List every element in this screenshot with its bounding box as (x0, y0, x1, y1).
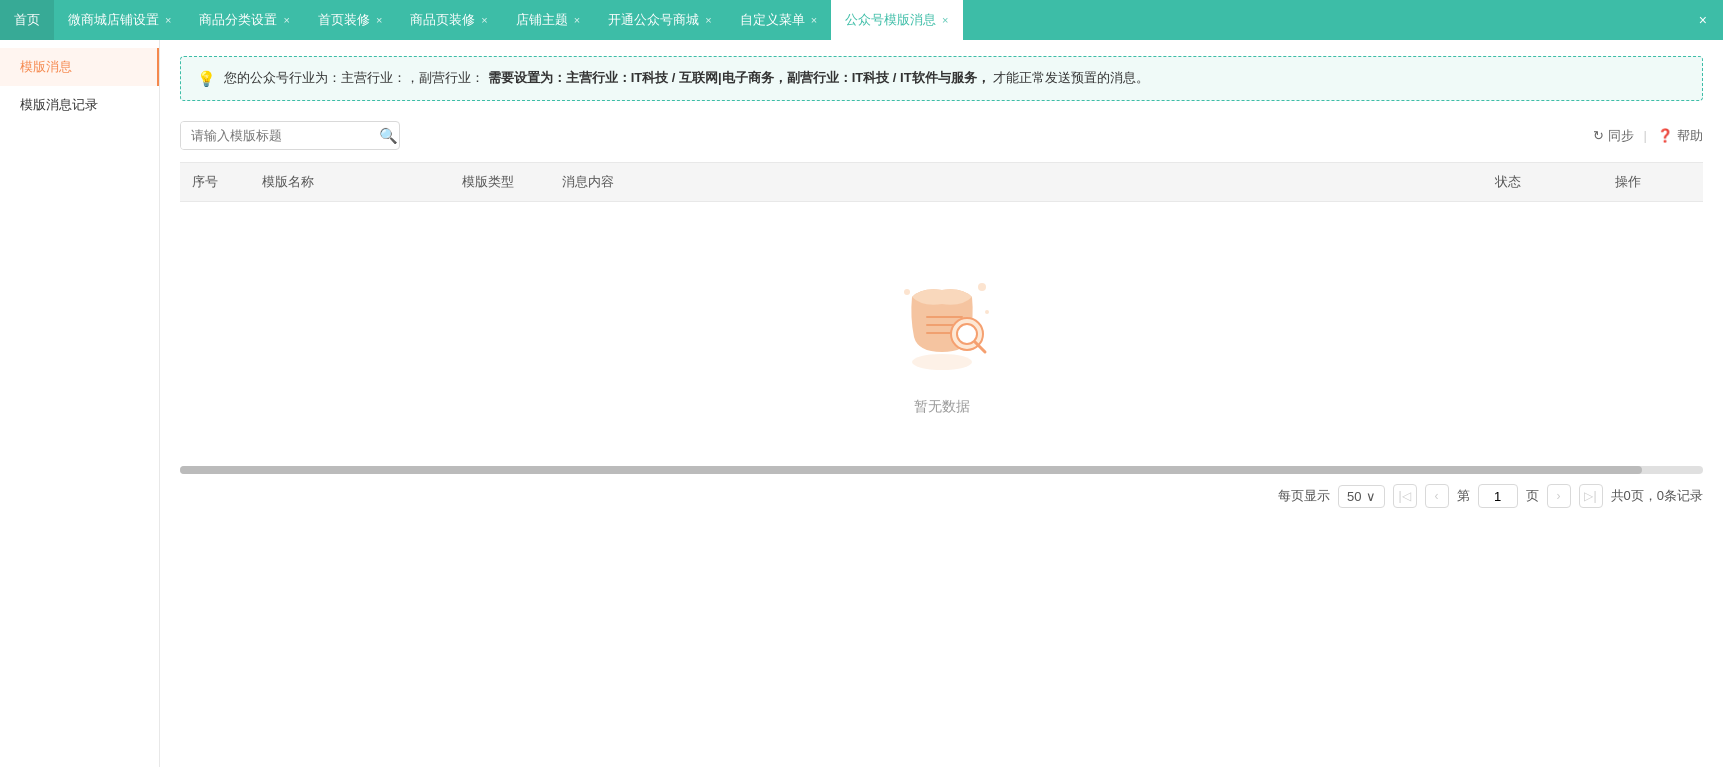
sidebar-item-template-msg[interactable]: 模版消息 (0, 48, 159, 86)
scroll-thumb (180, 466, 1642, 474)
search-wrapper: 🔍 (180, 121, 400, 150)
nav-tab-openchannel[interactable]: 开通公众号商城 × (594, 0, 725, 40)
help-button[interactable]: ❓ 帮助 (1657, 127, 1703, 145)
total-text: 共0页，0条记录 (1611, 487, 1703, 505)
close-tab-weshop[interactable]: × (165, 14, 171, 26)
sidebar-item-template-msg-record[interactable]: 模版消息记录 (0, 86, 159, 124)
sidebar: 模版消息 模版消息记录 (0, 40, 160, 767)
close-tab-custommenu[interactable]: × (811, 14, 817, 26)
close-tab-theme[interactable]: × (574, 14, 580, 26)
col-action: 操作 (1603, 163, 1703, 202)
page-number-input[interactable] (1478, 484, 1518, 508)
nav-tab-custommenu[interactable]: 自定义菜单 × (726, 0, 831, 40)
top-nav: 首页 微商城店铺设置 × 商品分类设置 × 首页装修 × 商品页装修 × 店铺主… (0, 0, 1723, 40)
empty-text: 暂无数据 (914, 398, 970, 416)
col-index: 序号 (180, 163, 250, 202)
page-size-select[interactable]: 50 ∨ (1338, 485, 1384, 508)
nav-tab-weshop[interactable]: 微商城店铺设置 × (54, 0, 185, 40)
svg-point-9 (985, 310, 989, 314)
close-tab-productpage[interactable]: × (481, 14, 487, 26)
svg-point-7 (904, 289, 910, 295)
col-name: 模版名称 (250, 163, 450, 202)
nav-tab-category[interactable]: 商品分类设置 × (185, 0, 303, 40)
sync-icon: ↻ (1593, 128, 1604, 143)
close-tab-templatemsg[interactable]: × (942, 14, 948, 26)
table-header: 序号 模版名称 模版类型 消息内容 状态 操作 (180, 163, 1703, 202)
toolbar-divider: | (1644, 128, 1647, 143)
empty-row: 暂无数据 (180, 202, 1703, 457)
col-type: 模版类型 (450, 163, 550, 202)
close-tab-homepage[interactable]: × (376, 14, 382, 26)
data-table: 序号 模版名称 模版类型 消息内容 状态 操作 (180, 162, 1703, 456)
scroll-track[interactable] (180, 466, 1703, 474)
toolbar-row: 🔍 ↻ 同步 | ❓ 帮助 (180, 121, 1703, 150)
col-status: 状态 (1483, 163, 1603, 202)
next-page-button[interactable]: › (1547, 484, 1571, 508)
empty-state: 暂无数据 (180, 202, 1703, 456)
svg-point-8 (978, 283, 986, 291)
svg-point-0 (912, 354, 972, 370)
page-label-before: 第 (1457, 487, 1470, 505)
bulb-icon: 💡 (197, 70, 216, 88)
alert-box: 💡 您的公众号行业为：主营行业：，副营行业： 需要设置为：主营行业：IT科技 /… (180, 56, 1703, 101)
page-label-after: 页 (1526, 487, 1539, 505)
help-icon: ❓ (1657, 128, 1673, 143)
nav-tab-theme[interactable]: 店铺主题 × (502, 0, 594, 40)
prev-page-button[interactable]: ‹ (1425, 484, 1449, 508)
sync-button[interactable]: ↻ 同步 (1593, 127, 1634, 145)
close-tab-category[interactable]: × (283, 14, 289, 26)
last-page-button[interactable]: ▷| (1579, 484, 1603, 508)
nav-tab-productpage[interactable]: 商品页装修 × (396, 0, 501, 40)
toolbar-right: ↻ 同步 | ❓ 帮助 (1593, 127, 1703, 145)
chevron-down-icon: ∨ (1366, 489, 1376, 504)
search-input[interactable] (181, 122, 369, 149)
pagination: 每页显示 50 ∨ |◁ ‹ 第 页 › ▷| 共0页，0条记录 (180, 484, 1703, 508)
empty-illustration (882, 262, 1002, 382)
first-page-button[interactable]: |◁ (1393, 484, 1417, 508)
search-button[interactable]: 🔍 (369, 127, 400, 145)
nav-tab-home[interactable]: 首页 (0, 0, 54, 40)
content-area: 💡 您的公众号行业为：主营行业：，副营行业： 需要设置为：主营行业：IT科技 /… (160, 40, 1723, 767)
nav-tab-templatemsg[interactable]: 公众号模版消息 × (831, 0, 962, 40)
main-layout: 模版消息 模版消息记录 💡 您的公众号行业为：主营行业：，副营行业： 需要设置为… (0, 40, 1723, 767)
nav-tab-homepage[interactable]: 首页装修 × (304, 0, 396, 40)
close-tab-openchannel[interactable]: × (705, 14, 711, 26)
alert-highlight: 需要设置为：主营行业：IT科技 / 互联网|电子商务，副营行业：IT科技 / I… (488, 70, 990, 85)
page-size-label: 每页显示 (1278, 487, 1330, 505)
col-content: 消息内容 (550, 163, 1483, 202)
table-body: 暂无数据 (180, 202, 1703, 457)
close-all-button[interactable]: × (1683, 0, 1723, 40)
